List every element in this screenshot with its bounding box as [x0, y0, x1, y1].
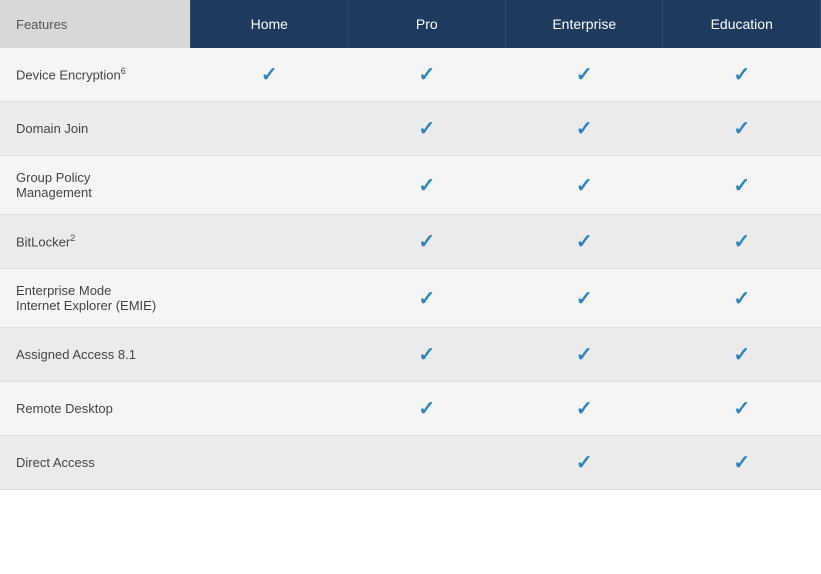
home-cell: [191, 156, 348, 215]
education-cell: ✓: [663, 436, 821, 490]
enterprise-cell: ✓: [506, 269, 663, 328]
checkmark-icon: ✓: [576, 344, 593, 366]
table-row: Domain Join ✓ ✓ ✓: [0, 102, 821, 156]
feature-name: Enterprise ModeInternet Explorer (EMIE): [0, 269, 191, 328]
home-cell: [191, 102, 348, 156]
education-cell: ✓: [663, 48, 821, 102]
education-cell: ✓: [663, 269, 821, 328]
pro-cell: ✓: [348, 48, 505, 102]
feature-name: Direct Access: [0, 436, 191, 490]
pro-header: Pro: [348, 0, 505, 48]
home-cell: [191, 436, 348, 490]
home-cell: ✓: [191, 48, 348, 102]
checkmark-icon: ✓: [418, 288, 435, 310]
home-cell: [191, 215, 348, 269]
enterprise-cell: ✓: [506, 382, 663, 436]
feature-name: Group PolicyManagement: [0, 156, 191, 215]
checkmark-icon: ✓: [418, 175, 435, 197]
table-row: BitLocker2 ✓ ✓ ✓: [0, 215, 821, 269]
checkmark-icon: ✓: [576, 452, 593, 474]
education-cell: ✓: [663, 102, 821, 156]
education-cell: ✓: [663, 156, 821, 215]
features-header: Features: [0, 0, 191, 48]
home-cell: [191, 382, 348, 436]
home-cell: [191, 328, 348, 382]
table-row: Device Encryption6 ✓ ✓ ✓ ✓: [0, 48, 821, 102]
pro-cell: ✓: [348, 382, 505, 436]
feature-name: Remote Desktop: [0, 382, 191, 436]
checkmark-icon: ✓: [576, 231, 593, 253]
enterprise-cell: ✓: [506, 328, 663, 382]
pro-cell: ✓: [348, 102, 505, 156]
education-header: Education: [663, 0, 821, 48]
checkmark-icon: ✓: [576, 64, 593, 86]
checkmark-icon: ✓: [733, 398, 750, 420]
pro-cell: ✓: [348, 269, 505, 328]
checkmark-icon: ✓: [418, 64, 435, 86]
header-row: Features Home Pro Enterprise Education: [0, 0, 821, 48]
table-row: Assigned Access 8.1 ✓ ✓ ✓: [0, 328, 821, 382]
pro-cell: ✓: [348, 215, 505, 269]
feature-name: Domain Join: [0, 102, 191, 156]
table-row: Direct Access ✓ ✓: [0, 436, 821, 490]
enterprise-cell: ✓: [506, 215, 663, 269]
enterprise-cell: ✓: [506, 48, 663, 102]
checkmark-icon: ✓: [261, 64, 278, 86]
home-cell: [191, 269, 348, 328]
checkmark-icon: ✓: [576, 175, 593, 197]
education-cell: ✓: [663, 215, 821, 269]
enterprise-header: Enterprise: [506, 0, 663, 48]
education-cell: ✓: [663, 328, 821, 382]
pro-cell: ✓: [348, 328, 505, 382]
enterprise-cell: ✓: [506, 102, 663, 156]
checkmark-icon: ✓: [733, 452, 750, 474]
home-header: Home: [191, 0, 348, 48]
checkmark-icon: ✓: [733, 288, 750, 310]
education-cell: ✓: [663, 382, 821, 436]
checkmark-icon: ✓: [418, 398, 435, 420]
pro-cell: ✓: [348, 156, 505, 215]
table-row: Enterprise ModeInternet Explorer (EMIE) ✓…: [0, 269, 821, 328]
checkmark-icon: ✓: [733, 118, 750, 140]
checkmark-icon: ✓: [576, 398, 593, 420]
checkmark-icon: ✓: [576, 118, 593, 140]
feature-name: Assigned Access 8.1: [0, 328, 191, 382]
checkmark-icon: ✓: [418, 231, 435, 253]
checkmark-icon: ✓: [418, 118, 435, 140]
checkmark-icon: ✓: [733, 231, 750, 253]
feature-name: BitLocker2: [0, 215, 191, 269]
checkmark-icon: ✓: [576, 288, 593, 310]
checkmark-icon: ✓: [733, 344, 750, 366]
table-row: Remote Desktop ✓ ✓ ✓: [0, 382, 821, 436]
features-table: Features Home Pro Enterprise Education D…: [0, 0, 821, 490]
feature-name: Device Encryption6: [0, 48, 191, 102]
enterprise-cell: ✓: [506, 156, 663, 215]
checkmark-icon: ✓: [733, 175, 750, 197]
checkmark-icon: ✓: [733, 64, 750, 86]
enterprise-cell: ✓: [506, 436, 663, 490]
pro-cell: [348, 436, 505, 490]
checkmark-icon: ✓: [418, 344, 435, 366]
table-row: Group PolicyManagement ✓ ✓ ✓: [0, 156, 821, 215]
